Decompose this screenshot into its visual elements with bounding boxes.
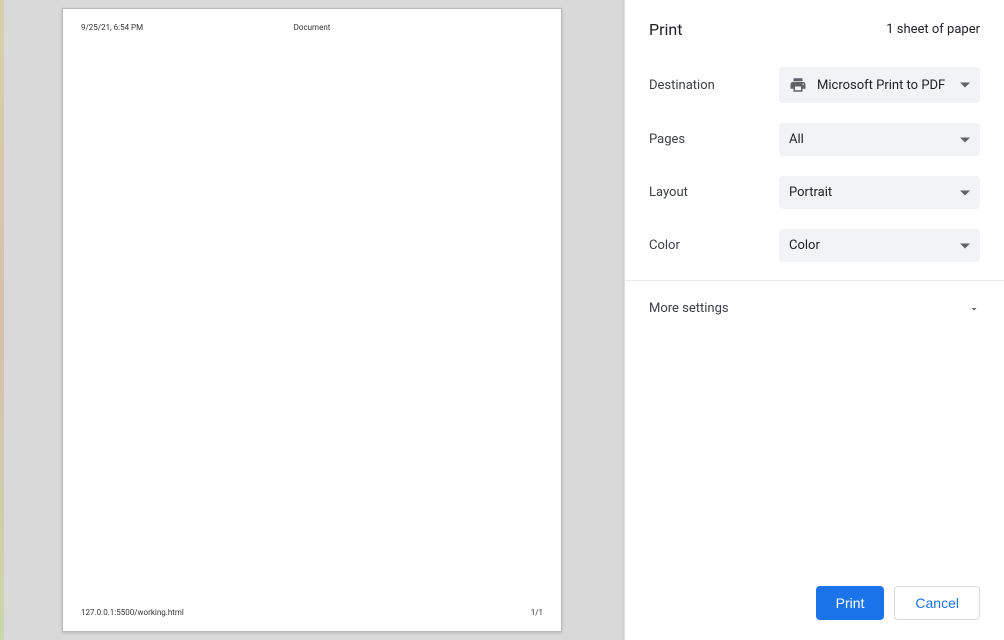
page-footer: 127.0.0.1:5500/working.html 1/1 bbox=[81, 608, 543, 617]
setting-row-color: Color Color bbox=[625, 219, 1004, 272]
page-footer-url: 127.0.0.1:5500/working.html bbox=[81, 608, 184, 617]
layout-select[interactable]: Portrait bbox=[779, 176, 980, 209]
pages-label: Pages bbox=[649, 132, 779, 147]
settings-header: Print 1 sheet of paper bbox=[625, 0, 1004, 57]
destination-label: Destination bbox=[649, 78, 779, 93]
page-header-datetime: 9/25/21, 6:54 PM bbox=[81, 23, 143, 32]
layout-value: Portrait bbox=[789, 185, 832, 200]
print-button[interactable]: Print bbox=[816, 586, 885, 620]
settings-title: Print bbox=[649, 20, 682, 39]
more-settings-label: More settings bbox=[649, 301, 729, 316]
page-header: 9/25/21, 6:54 PM Document bbox=[81, 23, 543, 32]
more-settings-toggle[interactable]: More settings bbox=[625, 281, 1004, 336]
printer-icon bbox=[789, 76, 807, 94]
pages-select[interactable]: All bbox=[779, 123, 980, 156]
page-preview[interactable]: 9/25/21, 6:54 PM Document 127.0.0.1:5500… bbox=[62, 8, 562, 632]
layout-label: Layout bbox=[649, 185, 779, 200]
destination-value: Microsoft Print to PDF bbox=[817, 78, 945, 93]
setting-row-layout: Layout Portrait bbox=[625, 166, 1004, 219]
setting-row-pages: Pages All bbox=[625, 113, 1004, 166]
button-bar: Print Cancel bbox=[625, 570, 1004, 640]
color-value: Color bbox=[789, 238, 820, 253]
window-edge-accent bbox=[0, 0, 4, 640]
settings-body: Destination Microsoft Print to PDF Pages… bbox=[625, 57, 1004, 570]
print-preview-pane: 9/25/21, 6:54 PM Document 127.0.0.1:5500… bbox=[0, 0, 624, 640]
print-settings-pane: Print 1 sheet of paper Destination Micro… bbox=[624, 0, 1004, 640]
page-body bbox=[81, 32, 543, 608]
page-footer-pagenum: 1/1 bbox=[531, 608, 543, 617]
chevron-down-icon bbox=[960, 241, 970, 251]
color-select[interactable]: Color bbox=[779, 229, 980, 262]
chevron-down-icon bbox=[960, 135, 970, 145]
color-label: Color bbox=[649, 238, 779, 253]
cancel-button[interactable]: Cancel bbox=[894, 586, 980, 620]
chevron-down-icon bbox=[960, 188, 970, 198]
page-header-title: Document bbox=[294, 23, 331, 32]
chevron-down-icon bbox=[968, 303, 980, 315]
chevron-down-icon bbox=[960, 80, 970, 90]
pages-value: All bbox=[789, 132, 804, 147]
setting-row-destination: Destination Microsoft Print to PDF bbox=[625, 57, 1004, 113]
destination-select[interactable]: Microsoft Print to PDF bbox=[779, 67, 980, 103]
sheet-count: 1 sheet of paper bbox=[886, 22, 980, 37]
